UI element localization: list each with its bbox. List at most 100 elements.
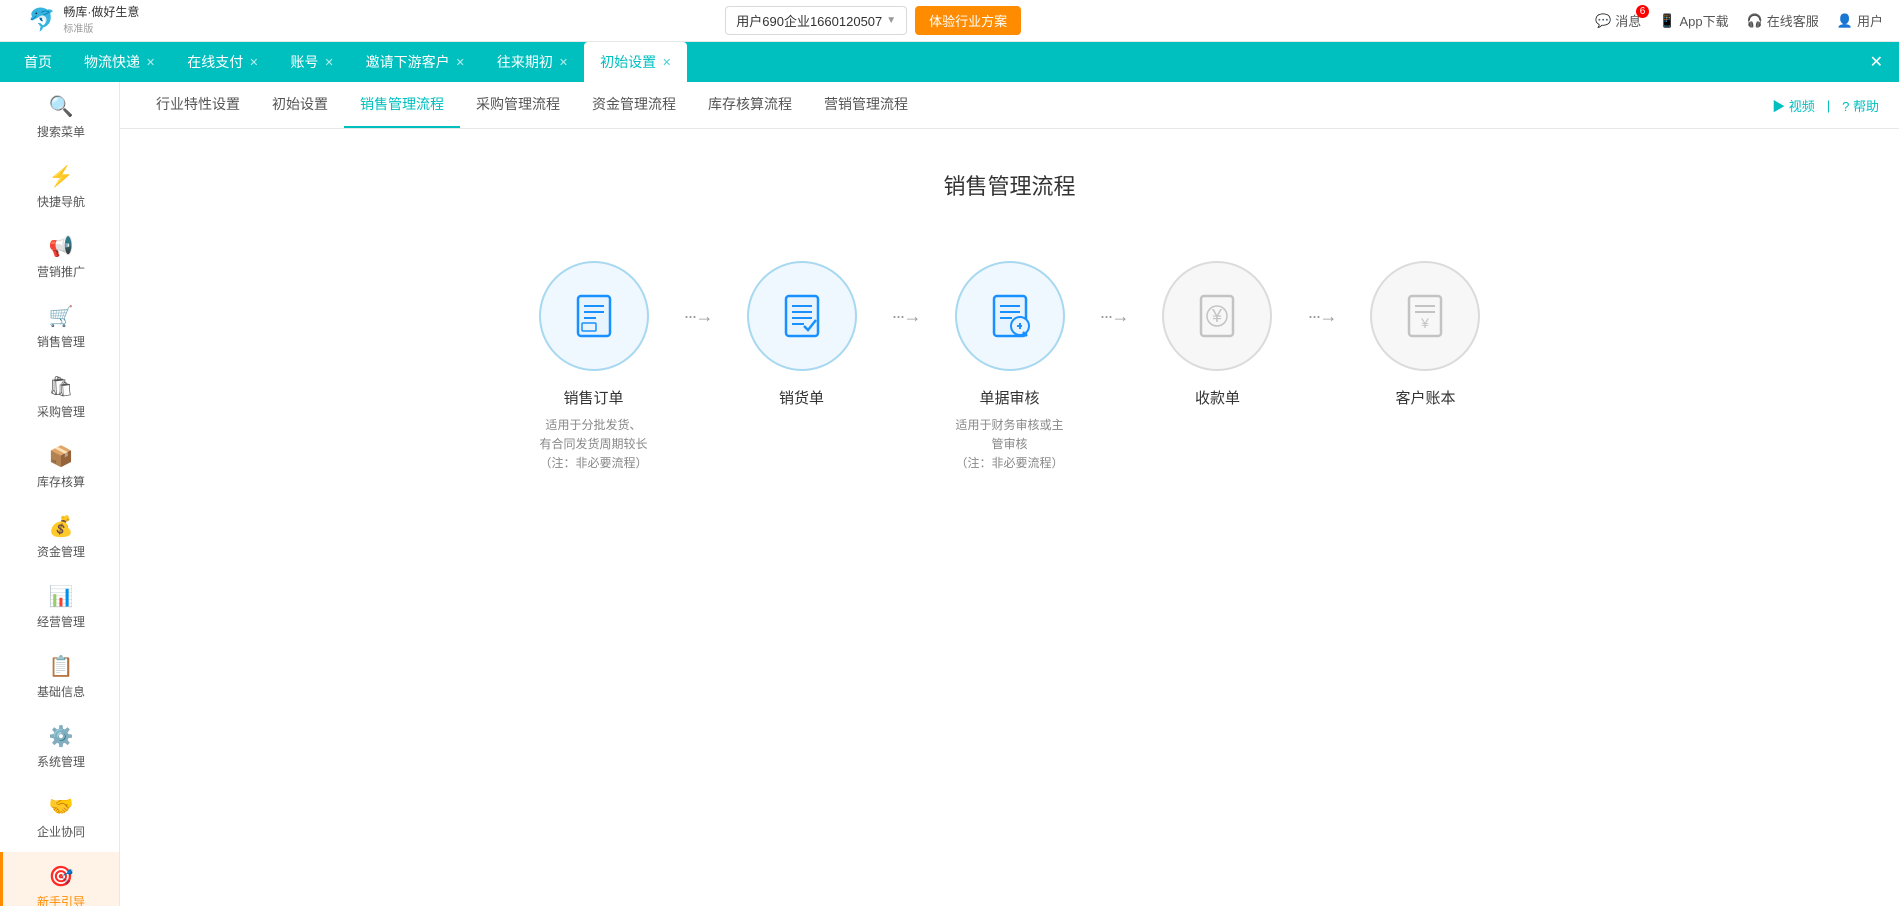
sidebar-item-collab[interactable]: 🤝 企业协同 — [0, 782, 119, 852]
subtab-sales-flow[interactable]: 销售管理流程 — [344, 82, 460, 128]
basicinfo-icon: 📋 — [49, 654, 74, 679]
video-label: 视频 — [1789, 99, 1815, 114]
svg-text:¥: ¥ — [1421, 315, 1430, 331]
tab-period-label: 往来期初 — [497, 52, 553, 72]
sidebar-item-inventory[interactable]: 📦 库存核算 — [0, 432, 119, 502]
marketing-icon: 📢 — [49, 234, 74, 259]
tab-init-settings-label: 初始设置 — [600, 52, 656, 72]
sidebar-label-quicknav: 快捷导航 — [37, 193, 85, 210]
tab-period[interactable]: 往来期初 ✕ — [481, 42, 584, 82]
main-content: 行业特性设置 初始设置 销售管理流程 采购管理流程 资金管理流程 库存核算流程 … — [120, 82, 1899, 906]
logo-text: 畅库·做好生意 — [63, 5, 139, 21]
sidebar-item-guide[interactable]: 🎯 新手引导 — [0, 852, 119, 906]
close-icon[interactable]: ✕ — [559, 56, 568, 69]
tab-home[interactable]: 首页 — [8, 42, 68, 82]
online-service-label: 在线客服 — [1767, 11, 1819, 30]
subtab-init-label: 初始设置 — [272, 96, 328, 112]
sidebar-item-finance[interactable]: 💰 资金管理 — [0, 502, 119, 572]
subtab-sales-flow-label: 销售管理流程 — [360, 96, 444, 112]
close-icon[interactable]: ✕ — [146, 56, 155, 69]
close-icon[interactable]: ✕ — [249, 56, 258, 69]
flow-circle-audit — [955, 261, 1065, 371]
sidebar-label-purchase: 采购管理 — [37, 403, 85, 420]
video-button[interactable]: ▶ 视频 — [1772, 96, 1815, 115]
tab-account[interactable]: 账号 ✕ — [274, 42, 349, 82]
help-button[interactable]: ? 帮助 — [1842, 96, 1879, 115]
user-selector-text: 用户690企业1660120507 — [736, 11, 882, 30]
sidebar-item-operations[interactable]: 📊 经营管理 — [0, 572, 119, 642]
flow-node-audit-label: 单据审核 — [979, 387, 1039, 408]
sidebar-item-quicknav[interactable]: ⚡ 快捷导航 — [0, 152, 119, 222]
tab-payment[interactable]: 在线支付 ✕ — [171, 42, 274, 82]
close-icon[interactable]: ✕ — [662, 56, 671, 69]
flow-circle-receipt: ¥ — [1162, 261, 1272, 371]
quicknav-icon: ⚡ — [49, 164, 74, 189]
finance-icon: 💰 — [49, 514, 74, 539]
sidebar-label-finance: 资金管理 — [37, 543, 85, 560]
sidebar-item-marketing[interactable]: 📢 营销推广 — [0, 222, 119, 292]
close-icon[interactable]: ✕ — [324, 56, 333, 69]
system-icon: ⚙️ — [49, 724, 74, 749]
video-icon: ▶ — [1772, 99, 1785, 114]
flow-arrow-3: ···→ — [1100, 261, 1128, 327]
tab-logistics[interactable]: 物流快递 ✕ — [68, 42, 171, 82]
tab-account-label: 账号 — [290, 52, 318, 72]
help-label: 帮助 — [1853, 99, 1879, 114]
flow-diagram: 销售订单 适用于分批发货、有合同发货周期较长（注：非必要流程） ···→ — [180, 261, 1839, 474]
top-bar: 🐬 畅库·做好生意 标准版 用户690企业1660120507 ▼ 体验行业方案… — [0, 0, 1899, 42]
tab-invite[interactable]: 邀请下游客户 ✕ — [350, 42, 481, 82]
flow-node-receipt[interactable]: ¥ 收款单 — [1127, 261, 1307, 416]
flow-node-audit[interactable]: 单据审核 适用于财务审核或主管审核（注：非必要流程） — [920, 261, 1100, 474]
subtab-industry[interactable]: 行业特性设置 — [140, 82, 256, 128]
flow-node-sales-bill[interactable]: 销货单 — [712, 261, 892, 416]
sidebar-label-basicinfo: 基础信息 — [37, 683, 85, 700]
sub-tabs: 行业特性设置 初始设置 销售管理流程 采购管理流程 资金管理流程 库存核算流程 … — [120, 82, 1899, 129]
flow-arrow-4: ···→ — [1307, 261, 1335, 327]
sidebar-item-purchase[interactable]: 🛍 采购管理 — [0, 362, 119, 432]
app-download-button[interactable]: 📱 App下载 — [1659, 11, 1728, 30]
online-service-button[interactable]: 🎧 在线客服 — [1747, 11, 1819, 30]
top-bar-right: 💬 消息 6 📱 App下载 🎧 在线客服 👤 用户 — [1595, 11, 1883, 30]
tab-init-settings[interactable]: 初始设置 ✕ — [584, 42, 687, 82]
sidebar-item-system[interactable]: ⚙️ 系统管理 — [0, 712, 119, 782]
flow-node-account-book[interactable]: ¥ 客户账本 — [1335, 261, 1515, 416]
layout: 🔍 搜索菜单 ⚡ 快捷导航 📢 营销推广 🛒 销售管理 🛍 采购管理 📦 库存核… — [0, 82, 1899, 906]
tab-logistics-label: 物流快递 — [84, 52, 140, 72]
flow-arrow-1: ···→ — [684, 261, 712, 327]
flow-node-account-book-label: 客户账本 — [1395, 387, 1455, 408]
sidebar-item-search[interactable]: 🔍 搜索菜单 — [0, 82, 119, 152]
flow-node-sales-order-label: 销售订单 — [564, 387, 624, 408]
sidebar-item-basicinfo[interactable]: 📋 基础信息 — [0, 642, 119, 712]
close-all-tabs-button[interactable]: ✕ — [1862, 52, 1891, 72]
flow-arrow-2: ···→ — [892, 261, 920, 327]
user-selector[interactable]: 用户690企业1660120507 ▼ — [725, 6, 907, 35]
guide-icon: 🎯 — [49, 864, 74, 889]
flow-node-sales-order-desc: 适用于分批发货、有合同发货周期较长（注：非必要流程） — [540, 416, 648, 474]
subtab-purchase-flow[interactable]: 采购管理流程 — [460, 82, 576, 128]
trial-button[interactable]: 体验行业方案 — [915, 6, 1021, 35]
sales-icon: 🛒 — [49, 304, 74, 329]
subtab-actions: ▶ 视频 | ? 帮助 — [1772, 96, 1879, 115]
subtab-purchase-flow-label: 采购管理流程 — [476, 96, 560, 112]
logo-area: 🐬 畅库·做好生意 标准版 — [16, 0, 151, 42]
subtab-finance-flow[interactable]: 资金管理流程 — [576, 82, 692, 128]
subtab-inventory-flow[interactable]: 库存核算流程 — [692, 82, 808, 128]
sidebar-label-collab: 企业协同 — [37, 823, 85, 840]
download-icon: 📱 — [1659, 13, 1675, 29]
flow-node-sales-order[interactable]: 销售订单 适用于分批发货、有合同发货周期较长（注：非必要流程） — [504, 261, 684, 474]
tab-invite-label: 邀请下游客户 — [366, 52, 450, 72]
flow-circle-account-book: ¥ — [1370, 261, 1480, 371]
close-icon[interactable]: ✕ — [456, 56, 465, 69]
sidebar-label-marketing: 营销推广 — [37, 263, 85, 280]
sidebar: 🔍 搜索菜单 ⚡ 快捷导航 📢 营销推广 🛒 销售管理 🛍 采购管理 📦 库存核… — [0, 82, 120, 906]
sidebar-label-sales: 销售管理 — [37, 333, 85, 350]
chevron-down-icon: ▼ — [886, 15, 896, 26]
svg-text:¥: ¥ — [1211, 306, 1223, 326]
messages-button[interactable]: 💬 消息 6 — [1595, 11, 1641, 30]
subtab-init[interactable]: 初始设置 — [256, 82, 344, 128]
user-button[interactable]: 👤 用户 — [1837, 11, 1883, 30]
sidebar-item-sales[interactable]: 🛒 销售管理 — [0, 292, 119, 362]
message-icon: 💬 — [1595, 13, 1611, 29]
tab-home-label: 首页 — [24, 52, 52, 72]
subtab-marketing-flow[interactable]: 营销管理流程 — [808, 82, 924, 128]
